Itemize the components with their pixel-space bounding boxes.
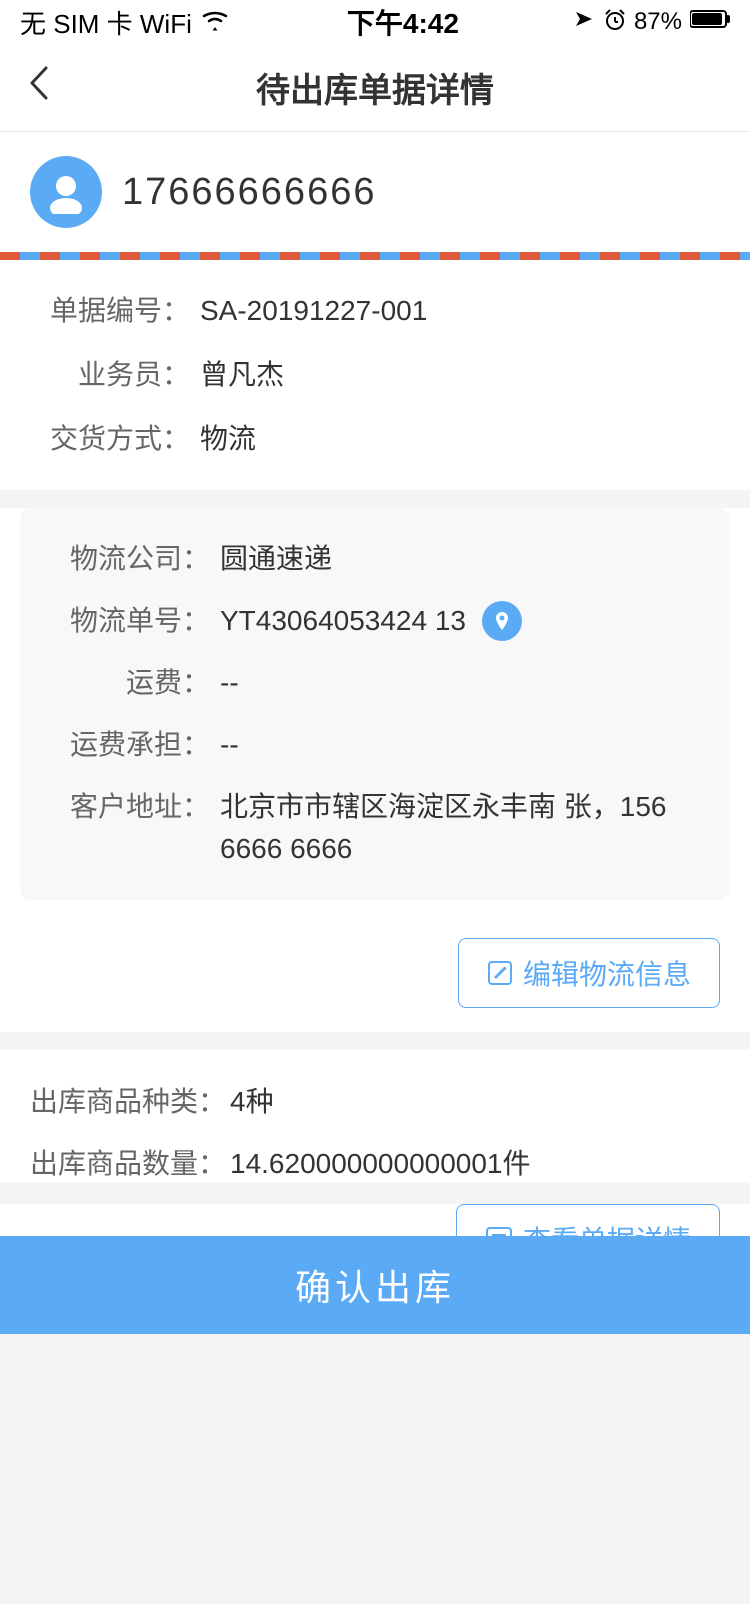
goods-types-label: 出库商品种类： [30,1080,230,1120]
logistics-freight-bear-value: -- [210,724,700,766]
basic-info-section: 单据编号： SA-20191227-001 业务员： 曾凡杰 交货方式： 物流 [0,260,750,490]
logistics-freight-bear-label: 运费承担： [50,724,210,766]
delivery-label: 交货方式： [30,418,190,460]
edit-logistics-wrap: 编辑物流信息 [0,918,750,1032]
dashed-divider [0,252,750,260]
status-time: 下午4:42 [347,2,459,42]
goods-quantity-row: 出库商品数量： 14.620000000000001件 [30,1142,720,1182]
logistics-company-label: 物流公司： [50,538,210,580]
document-value: SA-20191227-001 [190,290,720,332]
goods-quantity-value: 14.620000000000001件 [230,1142,720,1182]
status-left: 无 SIM 卡 WiFi [20,4,230,41]
goods-section: 出库商品种类： 4种 出库商品数量： 14.620000000000001件 [0,1050,750,1182]
battery-icon [690,8,730,36]
logistics-tracking-label: 物流单号： [50,600,210,642]
goods-quantity-label: 出库商品数量： [30,1142,230,1182]
tracking-number: YT43064053424 13 [220,600,466,642]
goods-types-row: 出库商品种类： 4种 [30,1080,720,1120]
document-label: 单据编号： [30,290,190,332]
goods-types-value: 4种 [230,1080,720,1120]
user-header: 17666666666 [0,132,750,252]
logistics-wrapper: 物流公司： 圆通速递 物流单号： YT43064053424 13 运费： [0,508,750,1032]
logistics-company-value: 圆通速递 [210,538,700,580]
logistics-card: 物流公司： 圆通速递 物流单号： YT43064053424 13 运费： [20,508,730,900]
main-content: 17666666666 单据编号： SA-20191227-001 业务员： 曾… [0,132,750,1604]
tracking-location-icon[interactable] [482,601,522,641]
logistics-tracking-row: 物流单号： YT43064053424 13 [50,600,700,642]
logistics-freight-label: 运费： [50,662,210,704]
logistics-company-row: 物流公司： 圆通速递 [50,538,700,580]
document-row: 单据编号： SA-20191227-001 [30,290,720,332]
logistics-freight-bear-row: 运费承担： -- [50,724,700,766]
delivery-row: 交货方式： 物流 [30,418,720,460]
logistics-address-row: 客户地址： 北京市市辖区海淀区永丰南 张，156 6666 6666 [50,786,700,870]
logistics-freight-row: 运费： -- [50,662,700,704]
logistics-tracking-value: YT43064053424 13 [210,600,700,642]
edit-logistics-label: 编辑物流信息 [523,953,691,993]
battery-label: 87% [634,8,682,36]
logistics-address-value: 北京市市辖区海淀区永丰南 张，156 6666 6666 [210,786,700,870]
location-icon [576,8,596,37]
confirm-btn-wrap: 确认出库 [0,1236,750,1334]
user-avatar [30,156,102,228]
agent-value: 曾凡杰 [190,354,720,396]
logistics-freight-value: -- [210,662,700,704]
back-button[interactable] [28,64,50,112]
wifi-icon [200,7,230,38]
agent-row: 业务员： 曾凡杰 [30,354,720,396]
alarm-icon [604,8,626,37]
separator-1 [0,1032,750,1050]
edit-logistics-button[interactable]: 编辑物流信息 [458,938,720,1008]
no-sim-text: 无 SIM 卡 WiFi [20,4,192,41]
delivery-value: 物流 [190,418,720,460]
nav-bar: 待出库单据详情 [0,44,750,132]
status-bar: 无 SIM 卡 WiFi 下午4:42 87% [0,0,750,44]
agent-label: 业务员： [30,354,190,396]
confirm-button[interactable]: 确认出库 [0,1236,750,1334]
status-right: 87% [576,8,730,37]
page-title: 待出库单据详情 [256,63,494,112]
logistics-address-label: 客户地址： [50,786,210,828]
empty-space [0,1304,750,1504]
user-phone: 17666666666 [122,171,376,214]
